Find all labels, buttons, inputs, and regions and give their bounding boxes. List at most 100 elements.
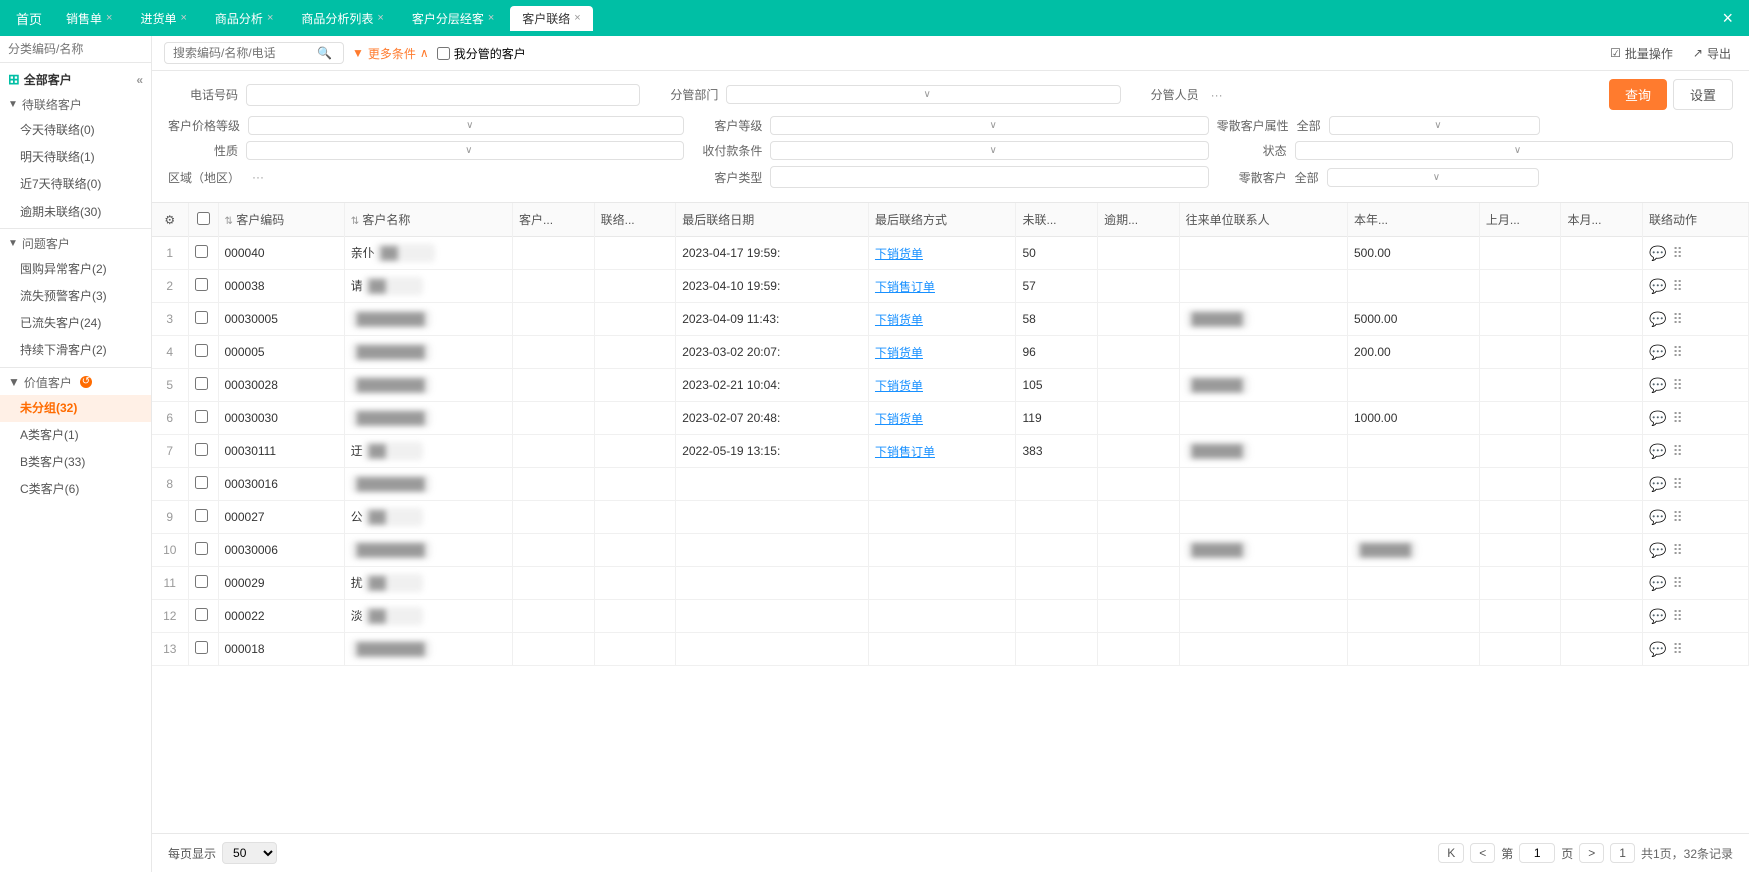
col-this-month[interactable]: 本月... [1561, 203, 1643, 237]
tab-customer-contact[interactable]: 客户联络 × [510, 6, 592, 31]
row-checkbox[interactable] [195, 608, 208, 621]
table-cell[interactable]: 下销货单 [868, 237, 1016, 270]
message-icon[interactable]: 💬 [1649, 443, 1666, 460]
row-checkbox-cell[interactable] [188, 534, 218, 567]
row-checkbox-cell[interactable] [188, 633, 218, 666]
contact-method-link[interactable]: 下销售订单 [875, 280, 935, 294]
category-search-input[interactable] [8, 42, 152, 56]
col-code[interactable]: ⇅ 客户编码 [218, 203, 344, 237]
tab-product-analysis[interactable]: 商品分析 × [203, 6, 285, 31]
sidebar-section-problem-customers[interactable]: ▼ 问题客户 [0, 231, 151, 256]
tab-product-analysis-list[interactable]: 商品分析列表 × [289, 6, 395, 31]
more-actions-icon[interactable]: ⠿ [1672, 344, 1682, 361]
last-page-button[interactable]: 1 [1610, 843, 1635, 863]
row-checkbox-cell[interactable] [188, 336, 218, 369]
more-actions-icon[interactable]: ⠿ [1672, 311, 1682, 328]
row-checkbox[interactable] [195, 311, 208, 324]
settings-column-header[interactable]: ⚙ [152, 203, 188, 237]
tab-close-icon[interactable]: × [488, 12, 494, 24]
batch-operations-button[interactable]: ☑ 批量操作 [1604, 43, 1679, 64]
col-name[interactable]: ⇅ 客户名称 [344, 203, 512, 237]
more-actions-icon[interactable]: ⠿ [1672, 608, 1682, 625]
refresh-icon[interactable]: ↺ [80, 376, 92, 388]
message-icon[interactable]: 💬 [1649, 641, 1666, 658]
message-icon[interactable]: 💬 [1649, 575, 1666, 592]
my-customers-input[interactable] [437, 47, 450, 60]
window-close-button[interactable]: × [1714, 8, 1741, 29]
col-this-year[interactable]: 本年... [1347, 203, 1479, 237]
status-select[interactable]: ∨ [1295, 141, 1733, 160]
my-customers-checkbox[interactable]: 我分管的客户 [437, 45, 526, 62]
more-actions-icon[interactable]: ⠿ [1672, 641, 1682, 658]
more-actions-icon[interactable]: ⠿ [1672, 278, 1682, 295]
row-checkbox-cell[interactable] [188, 435, 218, 468]
first-page-button[interactable]: K [1438, 843, 1464, 863]
row-checkbox-cell[interactable] [188, 501, 218, 534]
sidebar-item-tomorrow-pending[interactable]: 明天待联络(1) [0, 144, 151, 171]
row-checkbox[interactable] [195, 476, 208, 489]
sidebar-collapse-icon[interactable]: « [136, 73, 143, 87]
col-overdue[interactable]: 逾期... [1098, 203, 1180, 237]
col-not-contacted[interactable]: 未联... [1016, 203, 1098, 237]
sparse-attr-select[interactable]: ∨ [1329, 116, 1540, 135]
message-icon[interactable]: 💬 [1649, 377, 1666, 394]
row-checkbox[interactable] [195, 410, 208, 423]
row-checkbox[interactable] [195, 509, 208, 522]
message-icon[interactable]: 💬 [1649, 278, 1666, 295]
message-icon[interactable]: 💬 [1649, 311, 1666, 328]
manager-dots[interactable]: ··· [1207, 88, 1227, 102]
col-contact[interactable]: 联络... [594, 203, 676, 237]
tab-close-icon[interactable]: × [106, 12, 112, 24]
more-actions-icon[interactable]: ⠿ [1672, 542, 1682, 559]
next-page-button[interactable]: > [1579, 843, 1604, 863]
col-last-month[interactable]: 上月... [1479, 203, 1561, 237]
sidebar-item-today-pending[interactable]: 今天待联络(0) [0, 117, 151, 144]
table-cell[interactable]: 下销售订单 [868, 270, 1016, 303]
more-actions-icon[interactable]: ⠿ [1672, 575, 1682, 592]
tab-close-icon[interactable]: × [377, 12, 383, 24]
dept-select[interactable]: ∨ [726, 85, 1120, 104]
row-checkbox[interactable] [195, 377, 208, 390]
col-last-contact-method[interactable]: 最后联络方式 [868, 203, 1016, 237]
message-icon[interactable]: 💬 [1649, 608, 1666, 625]
sparse-customer-select[interactable]: ∨ [1327, 168, 1539, 187]
table-cell[interactable]: 下销货单 [868, 369, 1016, 402]
sidebar-section-value-customers[interactable]: ▼ 价值客户 ↺ [0, 370, 151, 395]
tab-close-icon[interactable]: × [180, 12, 186, 24]
sidebar-item-7days-pending[interactable]: 近7天待联络(0) [0, 171, 151, 198]
sidebar-item-group-b[interactable]: B类客户(33) [0, 449, 151, 476]
select-all-checkbox[interactable] [197, 212, 210, 225]
sidebar-item-hoarding-anomaly[interactable]: 囤购异常客户(2) [0, 256, 151, 283]
contact-method-link[interactable]: 下销货单 [875, 379, 923, 393]
table-cell[interactable]: 下销货单 [868, 303, 1016, 336]
row-checkbox[interactable] [195, 542, 208, 555]
page-size-select[interactable]: 20 50 100 [222, 842, 277, 864]
row-checkbox[interactable] [195, 641, 208, 654]
col-last-contact-date[interactable]: 最后联络日期 [676, 203, 869, 237]
col-unit-contact[interactable]: 往来单位联系人 [1179, 203, 1347, 237]
home-tab[interactable]: 首页 [8, 5, 50, 32]
tab-purchase-order[interactable]: 进货单 × [128, 6, 198, 31]
sidebar-item-overdue[interactable]: 逾期未联络(30) [0, 199, 151, 226]
sidebar-item-unassigned-group[interactable]: 未分组(32) [0, 395, 151, 422]
table-cell[interactable]: 下销货单 [868, 336, 1016, 369]
row-checkbox-cell[interactable] [188, 600, 218, 633]
row-checkbox[interactable] [195, 278, 208, 291]
row-checkbox-cell[interactable] [188, 402, 218, 435]
checkbox-column-header[interactable] [188, 203, 218, 237]
more-actions-icon[interactable]: ⠿ [1672, 410, 1682, 427]
contact-method-link[interactable]: 下销货单 [875, 346, 923, 360]
export-button[interactable]: ↗ 导出 [1687, 43, 1737, 64]
row-checkbox[interactable] [195, 575, 208, 588]
tab-close-icon[interactable]: × [267, 12, 273, 24]
tab-close-icon[interactable]: × [574, 12, 580, 24]
more-conditions-button[interactable]: ▼ 更多条件 ∧ [352, 45, 429, 62]
payment-select[interactable]: ∨ [770, 141, 1208, 160]
row-checkbox-cell[interactable] [188, 303, 218, 336]
table-cell[interactable]: 下销货单 [868, 402, 1016, 435]
sidebar-section-pending-contact[interactable]: ▼ 待联络客户 [0, 92, 151, 117]
more-actions-icon[interactable]: ⠿ [1672, 443, 1682, 460]
message-icon[interactable]: 💬 [1649, 476, 1666, 493]
row-checkbox-cell[interactable] [188, 468, 218, 501]
sidebar-item-declining[interactable]: 持续下滑客户(2) [0, 337, 151, 364]
